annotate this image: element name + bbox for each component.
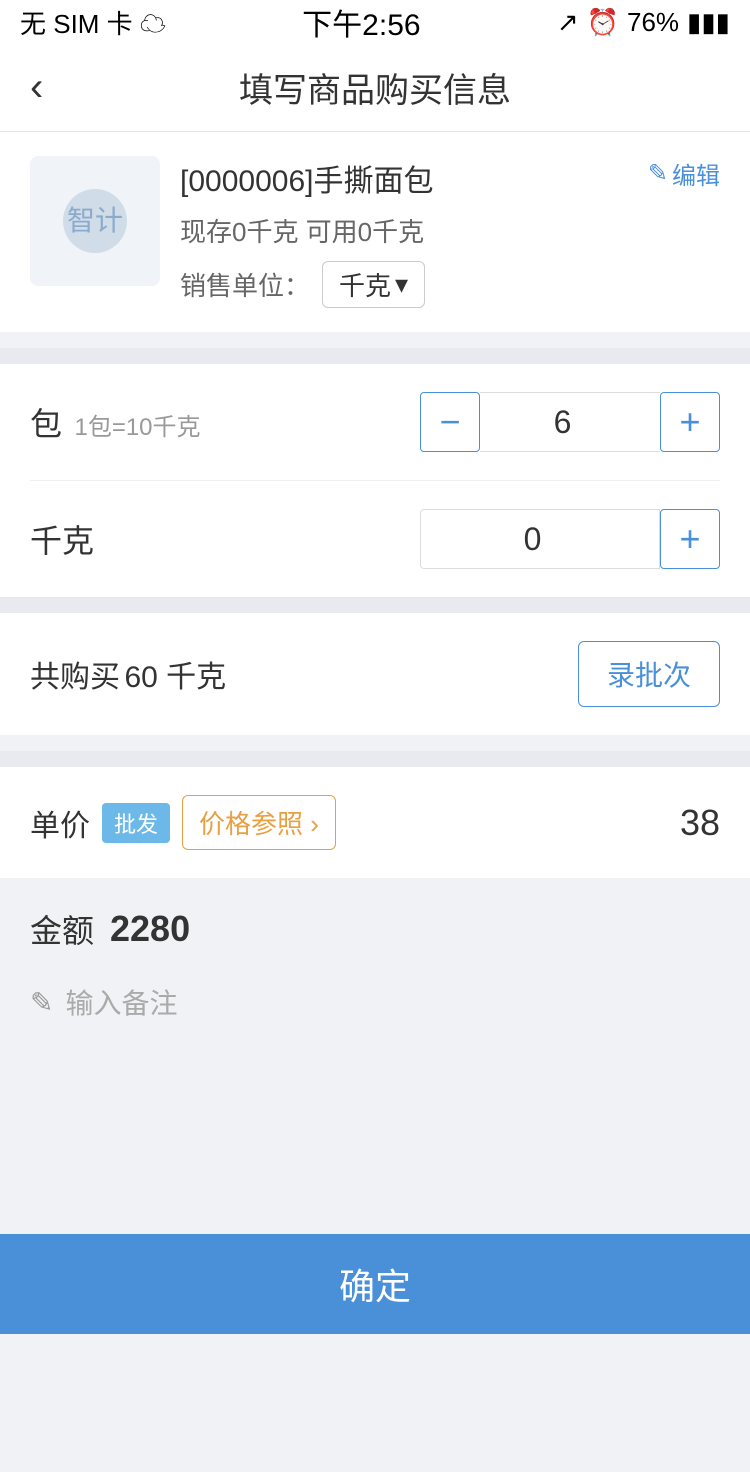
back-button[interactable]: ‹ xyxy=(30,65,43,110)
total-text-group: 共购买 60 千克 xyxy=(30,652,226,696)
status-bar: 无 SIM 卡 ☁ 下午2:56 ↗ ⏰ 76% ▮▮▮ xyxy=(0,0,750,44)
unit-select[interactable]: 千克 ▾ xyxy=(322,261,425,308)
remark-row[interactable]: ✎ 输入备注 xyxy=(30,972,720,1032)
battery-icon: ▮▮▮ xyxy=(687,7,730,38)
divider-3 xyxy=(0,751,750,767)
status-time: 下午2:56 xyxy=(302,0,420,44)
amount-value: 2280 xyxy=(110,908,190,950)
price-ref-button[interactable]: 价格参照 › xyxy=(182,795,336,850)
edit-label: 编辑 xyxy=(672,156,720,191)
total-amount: 60 xyxy=(124,661,166,694)
product-card: 智计 [0000006]手撕面包 ✎ 编辑 现存0千克 可用0千克 销售单位： … xyxy=(0,132,750,332)
batch-button[interactable]: 录批次 xyxy=(578,641,720,707)
total-section: 共购买 60 千克 录批次 xyxy=(0,613,750,735)
product-name: [0000006]手撕面包 xyxy=(180,156,433,200)
price-section: 单价 批发 价格参照 › 38 xyxy=(0,767,750,878)
amount-row: 金额 2280 xyxy=(30,906,720,952)
svg-text:智计: 智计 xyxy=(67,205,123,236)
total-unit: 千克 xyxy=(166,661,226,694)
total-prefix: 共购买 xyxy=(30,661,120,694)
product-header: [0000006]手撕面包 ✎ 编辑 xyxy=(180,156,720,200)
bao-increment-button[interactable]: + xyxy=(660,392,720,452)
product-image: 智计 xyxy=(30,156,160,286)
unit-label: 销售单位： xyxy=(180,266,310,303)
bao-control: − + xyxy=(420,392,720,452)
edit-icon: ✎ xyxy=(648,159,668,188)
status-right: ↗ ⏰ 76% ▮▮▮ xyxy=(557,7,730,38)
remark-placeholder: 输入备注 xyxy=(65,982,177,1022)
kg-control: + xyxy=(420,509,720,569)
bao-input[interactable] xyxy=(480,392,660,452)
bao-label: 包 xyxy=(30,406,62,442)
confirm-button[interactable]: 确定 xyxy=(0,1234,750,1334)
product-logo-icon: 智计 xyxy=(60,186,130,256)
product-unit: 销售单位： 千克 ▾ xyxy=(180,261,720,308)
product-info: [0000006]手撕面包 ✎ 编辑 现存0千克 可用0千克 销售单位： 千克 … xyxy=(180,156,720,308)
amount-label: 金额 xyxy=(30,906,94,952)
bao-decrement-button[interactable]: − xyxy=(420,392,480,452)
bao-label-group: 包 1包=10千克 xyxy=(30,399,201,445)
unit-value: 千克 xyxy=(339,266,391,303)
price-tag: 批发 xyxy=(102,803,170,843)
kg-increment-button[interactable]: + xyxy=(660,509,720,569)
kg-label: 千克 xyxy=(30,516,94,562)
kg-input[interactable] xyxy=(420,509,660,569)
bao-sublabel: 1包=10千克 xyxy=(74,414,200,441)
quantity-section: 包 1包=10千克 − + 千克 + xyxy=(0,364,750,597)
chevron-down-icon: ▾ xyxy=(395,269,408,300)
product-stock: 现存0千克 可用0千克 xyxy=(180,212,720,249)
bao-row: 包 1包=10千克 − + xyxy=(30,364,720,481)
price-label-group: 单价 批发 价格参照 › xyxy=(30,795,336,850)
divider-2 xyxy=(0,597,750,613)
divider-1 xyxy=(0,348,750,364)
price-label: 单价 xyxy=(30,801,90,845)
nav-bar: ‹ 填写商品购买信息 xyxy=(0,44,750,132)
alarm-icon: ⏰ xyxy=(587,7,619,38)
status-carrier: 无 SIM 卡 ☁ xyxy=(20,4,166,41)
kg-row: 千克 + xyxy=(30,481,720,597)
battery-level: 76% xyxy=(627,7,679,38)
location-icon: ↗ xyxy=(557,7,579,38)
amount-section: 金额 2280 ✎ 输入备注 xyxy=(0,878,750,1032)
pencil-icon: ✎ xyxy=(30,986,53,1019)
page-title: 填写商品购买信息 xyxy=(239,63,511,112)
price-value: 38 xyxy=(680,802,720,844)
edit-button[interactable]: ✎ 编辑 xyxy=(648,156,720,191)
